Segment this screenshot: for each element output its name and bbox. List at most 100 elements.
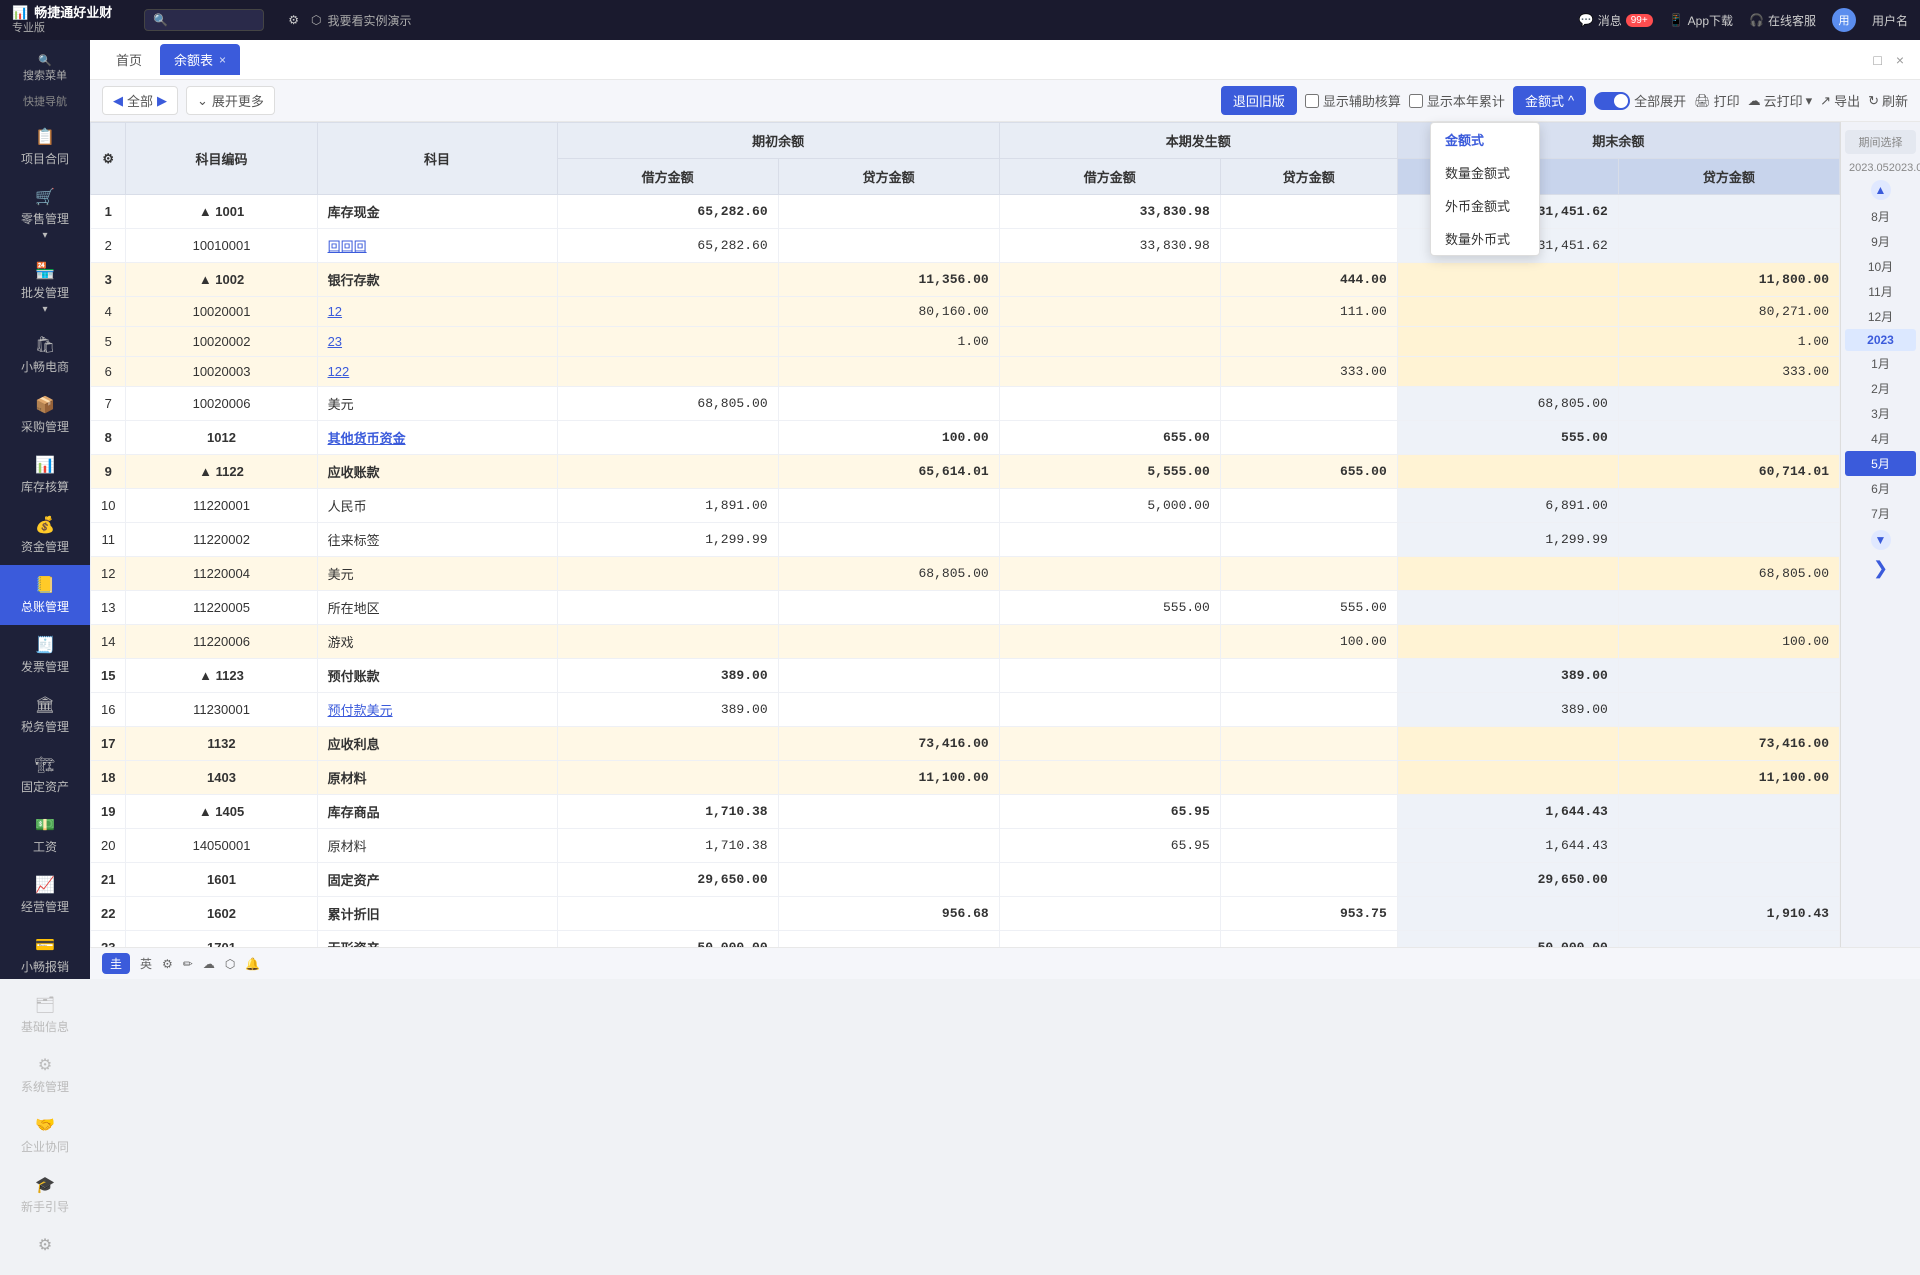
- tab-balance-sheet[interactable]: 余额表 ×: [160, 44, 240, 75]
- app-download-action[interactable]: 📱 App下载: [1669, 12, 1733, 29]
- sidebar-item-invoice-mgmt[interactable]: 🧾 发票管理: [0, 625, 90, 685]
- table-row[interactable]: 510020002231.001.00: [91, 327, 1840, 357]
- ytd-check-label[interactable]: 显示本年累计: [1409, 91, 1505, 110]
- return-old-btn[interactable]: 退回旧版: [1221, 86, 1297, 115]
- message-action[interactable]: 💬 消息 99+: [1579, 12, 1653, 29]
- demo-link[interactable]: ⬡ 我要看实例演示: [311, 12, 412, 29]
- style-option-shuliang-jine[interactable]: 数量金额式: [1431, 156, 1539, 189]
- sidebar-item-small-sales[interactable]: 💳 小畅报销: [0, 925, 90, 985]
- refresh-btn[interactable]: ↻ 刷新: [1868, 91, 1908, 110]
- rp-month-item[interactable]: 9月: [1845, 229, 1916, 254]
- rp-month-item[interactable]: 10月: [1845, 254, 1916, 279]
- sidebar-item-wholesale-mgmt[interactable]: 🏪 批发管理 ▾: [0, 251, 90, 325]
- table-row[interactable]: 210010001回回回65,282.6033,830.9831,451.62: [91, 229, 1840, 263]
- tab-home[interactable]: 首页: [102, 44, 156, 75]
- sidebar-item-newbie-guide[interactable]: 🎓 新手引导: [0, 1165, 90, 1225]
- row-subject[interactable]: 回回回: [317, 229, 557, 263]
- table-row[interactable]: 1111220002往来标签1,299.991,299.99: [91, 523, 1840, 557]
- table-row[interactable]: 9▲ 1122应收账款65,614.015,555.00655.0060,714…: [91, 455, 1840, 489]
- export-btn[interactable]: ↗ 导出: [1820, 91, 1860, 110]
- online-service-action[interactable]: 🎧 在线客服: [1749, 12, 1816, 29]
- aux-check-label[interactable]: 显示辅助核算: [1305, 91, 1401, 110]
- sidebar-search[interactable]: 🔍 搜索菜单: [23, 48, 67, 89]
- sidebar-item-tax-mgmt[interactable]: 🏛 税务管理: [0, 685, 90, 745]
- gear-settings[interactable]: ⚙: [288, 13, 299, 27]
- sidebar-item-fixed-assets[interactable]: 🏗 固定资产: [0, 745, 90, 805]
- rp-collapse-icon[interactable]: ❯: [1873, 558, 1888, 579]
- cloud-print-btn[interactable]: ☁ 云打印 ▾: [1748, 91, 1813, 110]
- table-wrapper[interactable]: ⚙ 科目编码 科目 期初余额 本期发生额 期末余额 借方金额 贷方金额 借方金额: [90, 122, 1840, 947]
- style-option-shuliang-waib[interactable]: 数量外币式: [1431, 222, 1539, 255]
- rp-month-item[interactable]: 1月: [1845, 351, 1916, 376]
- row-subject[interactable]: 23: [317, 327, 557, 357]
- rp-month-item[interactable]: 7月: [1845, 501, 1916, 526]
- rp-month-item[interactable]: 11月: [1845, 279, 1916, 304]
- tab-close-icon[interactable]: ×: [219, 53, 226, 67]
- breadcrumb-all[interactable]: ◀ 全部 ▶: [102, 86, 178, 115]
- table-row[interactable]: 1611230001预付款美元389.00389.00: [91, 693, 1840, 727]
- rp-month-item[interactable]: 8月: [1845, 204, 1916, 229]
- rp-month-item[interactable]: 2023: [1845, 329, 1916, 351]
- sidebar-item-salary[interactable]: 💵 工资: [0, 805, 90, 865]
- settings-gear[interactable]: ⚙: [28, 1225, 62, 1265]
- table-row[interactable]: 710020006美元68,805.0068,805.00: [91, 387, 1840, 421]
- sidebar-item-ledger[interactable]: 📒 总账管理: [0, 565, 90, 625]
- aux-check-input[interactable]: [1305, 94, 1319, 108]
- style-dropdown-btn[interactable]: 金额式 ^: [1513, 86, 1586, 115]
- table-row[interactable]: 81012其他货币资金100.00655.00555.00: [91, 421, 1840, 455]
- table-row[interactable]: 171132应收利息73,416.0073,416.00: [91, 727, 1840, 761]
- table-row[interactable]: 1011220001人民币1,891.005,000.006,891.00: [91, 489, 1840, 523]
- toggle-switch[interactable]: [1594, 92, 1630, 110]
- style-option-waib-jine[interactable]: 外币金额式: [1431, 189, 1539, 222]
- sidebar-item-base-info[interactable]: 🗂 基础信息: [0, 985, 90, 1045]
- status-edit[interactable]: ✏: [183, 957, 193, 971]
- table-row[interactable]: 1▲ 1001库存现金65,282.6033,830.9831,451.62: [91, 195, 1840, 229]
- table-row[interactable]: 211601固定资产29,650.0029,650.00: [91, 863, 1840, 897]
- table-row[interactable]: 4100200011280,160.00111.0080,271.00: [91, 297, 1840, 327]
- sidebar-item-funds-mgmt[interactable]: 💰 资金管理: [0, 505, 90, 565]
- table-row[interactable]: 2014050001原材料1,710.3865.951,644.43: [91, 829, 1840, 863]
- top-search-box[interactable]: 🔍: [144, 9, 264, 31]
- status-lang[interactable]: 圭: [102, 953, 130, 974]
- row-subject[interactable]: 其他货币资金: [317, 421, 557, 455]
- table-row[interactable]: 19▲ 1405库存商品1,710.3865.951,644.43: [91, 795, 1840, 829]
- table-row[interactable]: 3▲ 1002银行存款11,356.00444.0011,800.00: [91, 263, 1840, 297]
- rp-month-item[interactable]: 3月: [1845, 401, 1916, 426]
- table-row[interactable]: 231701无形资产50,000.0050,000.00: [91, 931, 1840, 948]
- rp-month-item[interactable]: 6月: [1845, 476, 1916, 501]
- row-subject[interactable]: 122: [317, 357, 557, 387]
- rp-nav-down[interactable]: ▼: [1871, 530, 1891, 550]
- sidebar-item-retail-mgmt[interactable]: 🛒 零售管理 ▾: [0, 177, 90, 251]
- rp-month-item[interactable]: 4月: [1845, 426, 1916, 451]
- sidebar-item-inventory[interactable]: 📊 库存核算: [0, 445, 90, 505]
- sidebar-item-enterprise-coop[interactable]: 🤝 企业协同: [0, 1105, 90, 1165]
- table-row[interactable]: 221602累计折旧956.68953.751,910.43: [91, 897, 1840, 931]
- sidebar-item-purchase-mgmt[interactable]: 📦 采购管理: [0, 385, 90, 445]
- style-option-jine[interactable]: 金额式: [1431, 123, 1539, 156]
- rp-month-item[interactable]: 5月: [1845, 451, 1916, 476]
- sidebar-item-sys-mgmt[interactable]: ⚙ 系统管理: [0, 1045, 90, 1105]
- status-bell[interactable]: 🔔: [245, 957, 260, 971]
- rp-month-item[interactable]: 2月: [1845, 376, 1916, 401]
- row-subject[interactable]: 预付款美元: [317, 693, 557, 727]
- table-row[interactable]: 1211220004美元68,805.0068,805.00: [91, 557, 1840, 591]
- row-subject[interactable]: 12: [317, 297, 557, 327]
- sidebar-item-ops-mgmt[interactable]: 📈 经营管理: [0, 865, 90, 925]
- ytd-check-input[interactable]: [1409, 94, 1423, 108]
- status-cloud2[interactable]: ⬡: [225, 957, 235, 971]
- status-lang-toggle[interactable]: 英: [140, 955, 152, 972]
- table-row[interactable]: 181403原材料11,100.0011,100.00: [91, 761, 1840, 795]
- expand-more-btn[interactable]: ⌄ 展开更多: [186, 86, 275, 115]
- rp-month-item[interactable]: 12月: [1845, 304, 1916, 329]
- print-btn[interactable]: 🖨 打印: [1694, 91, 1740, 110]
- status-cloud[interactable]: ☁: [203, 957, 215, 971]
- table-settings-header[interactable]: ⚙: [91, 123, 126, 195]
- table-row[interactable]: 15▲ 1123预付账款389.00389.00: [91, 659, 1840, 693]
- table-row[interactable]: 1411220006游戏100.00100.00: [91, 625, 1840, 659]
- table-row[interactable]: 610020003122333.00333.00: [91, 357, 1840, 387]
- sidebar-item-project-contract[interactable]: 📋 项目合同: [0, 117, 90, 177]
- close-window-btn[interactable]: ×: [1892, 48, 1908, 72]
- sidebar-item-ecommerce[interactable]: 🛍 小畅电商: [0, 325, 90, 385]
- status-settings[interactable]: ⚙: [162, 957, 173, 971]
- rp-nav-up[interactable]: ▲: [1871, 180, 1891, 200]
